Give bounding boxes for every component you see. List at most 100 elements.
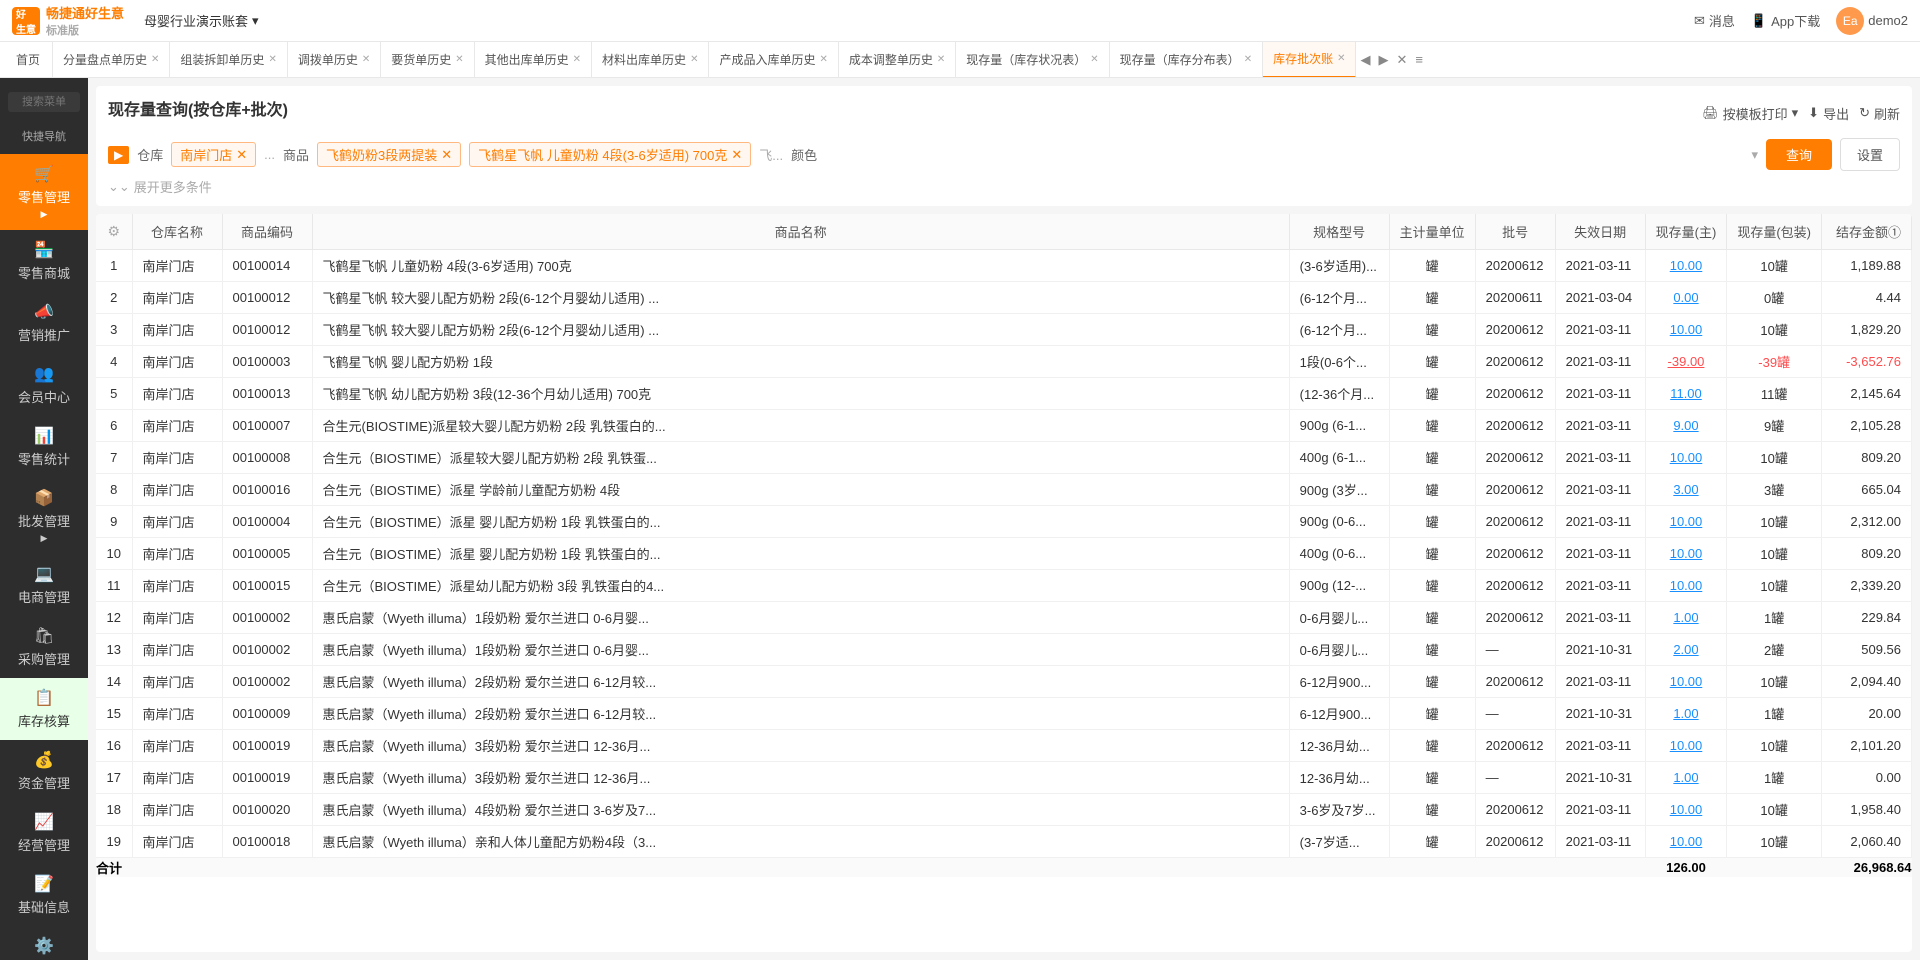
cell-expire: 2021-03-11 [1555, 314, 1645, 346]
expand-toggle[interactable]: ▶ [108, 146, 129, 164]
sidebar-item-wholesale[interactable]: 📦 批发管理 ▶ [0, 478, 88, 554]
tab-transfer[interactable]: 调拨单历史 ✕ [288, 42, 381, 78]
search-input[interactable] [8, 92, 80, 112]
close-icon[interactable]: ✕ [1090, 54, 1098, 65]
remove-tag-icon[interactable]: ✕ [441, 147, 452, 163]
org-selector[interactable]: 母婴行业演示账套 ▾ [144, 11, 259, 30]
tab-cost-adjust[interactable]: 成本调整单历史 ✕ [839, 42, 956, 78]
close-icon[interactable]: ✕ [362, 54, 370, 65]
cell-stock1[interactable]: 10.00 [1645, 442, 1727, 474]
tab-next-btn[interactable]: ▶ [1374, 52, 1392, 68]
query-button[interactable]: 查询 [1766, 139, 1832, 170]
remove-tag-icon[interactable]: ✕ [731, 147, 742, 163]
close-icon[interactable]: ✕ [819, 54, 827, 65]
cell-stock1[interactable]: 3.00 [1645, 474, 1727, 506]
cell-stock1[interactable]: 11.00 [1645, 378, 1727, 410]
cell-batch: 20200612 [1475, 410, 1555, 442]
close-icon[interactable]: ✕ [1337, 53, 1345, 64]
cell-stock1[interactable]: 10.00 [1645, 730, 1727, 762]
cell-expire: 2021-03-11 [1555, 442, 1645, 474]
cell-stock1[interactable]: 10.00 [1645, 506, 1727, 538]
cell-name: 合生元（BIOSTIME）派星较大婴儿配方奶粉 2段 乳铁蛋... [312, 442, 1289, 474]
cell-stock1[interactable]: -39.00 [1645, 346, 1727, 378]
user-avatar[interactable]: Ea demo2 [1836, 7, 1908, 35]
tab-split[interactable]: 分量盘点单历史 ✕ [53, 42, 170, 78]
close-icon[interactable]: ✕ [573, 54, 581, 65]
tab-prev-btn[interactable]: ◀ [1356, 52, 1374, 68]
cell-stock1[interactable]: 1.00 [1645, 762, 1727, 794]
cell-stock1[interactable]: 0.00 [1645, 282, 1727, 314]
remove-tag-icon[interactable]: ✕ [236, 147, 247, 163]
data-table: ⚙ 仓库名称 商品编码 商品名称 规格型号 主计量单位 批号 失效日期 现存量(… [96, 214, 1912, 877]
sidebar-item-shop[interactable]: 🏪 零售商城 [0, 230, 88, 292]
cell-stock1[interactable]: 10.00 [1645, 538, 1727, 570]
color-dropdown-icon[interactable]: ▾ [1751, 147, 1758, 163]
sidebar-item-retail[interactable]: 🛒 零售管理 ▶ [0, 154, 88, 230]
cell-stock1[interactable]: 1.00 [1645, 602, 1727, 634]
cell-expire: 2021-03-11 [1555, 538, 1645, 570]
sidebar-item-basic[interactable]: 📝 基础信息 [0, 864, 88, 926]
sidebar-item-marketing[interactable]: 📣 营销推广 [0, 292, 88, 354]
th-batch: 批号 [1475, 214, 1555, 250]
tab-requisition[interactable]: 要货单历史 ✕ [381, 42, 474, 78]
tab-home[interactable]: 首页 [4, 42, 53, 78]
tab-stock-dist[interactable]: 现存量（库存分布表）✕ [1110, 42, 1263, 78]
cell-stock1[interactable]: 10.00 [1645, 314, 1727, 346]
cell-stock1[interactable]: 1.00 [1645, 698, 1727, 730]
setting-button[interactable]: 设置 [1840, 138, 1900, 171]
table-body: 1 南岸门店 00100014 飞鹤星飞帆 儿童奶粉 4段(3-6岁适用) 70… [96, 250, 1912, 858]
warehouse-tag[interactable]: 南岸门店 ✕ [171, 142, 256, 167]
export-btn[interactable]: ⬇ 导出 [1808, 104, 1849, 123]
table-row: 2 南岸门店 00100012 飞鹤星飞帆 较大婴儿配方奶粉 2段(6-12个月… [96, 282, 1912, 314]
product-tag-1[interactable]: 飞鹤奶粉3段两提装 ✕ [317, 142, 461, 167]
product-tag-2[interactable]: 飞鹤星飞帆 儿童奶粉 4段(3-6岁适用) 700克 ✕ [469, 142, 751, 167]
tab-menu-btn[interactable]: ≡ [1411, 52, 1427, 67]
th-code: 商品编码 [222, 214, 312, 250]
tab-disassemble[interactable]: 组装拆卸单历史 ✕ [170, 42, 287, 78]
sidebar-item-inventory[interactable]: 📋 库存核算 [0, 678, 88, 740]
sidebar-item-ecommerce[interactable]: 💻 电商管理 [0, 554, 88, 616]
message-btn[interactable]: ✉ 消息 [1694, 11, 1735, 30]
cell-spec: 900g (6-1... [1289, 410, 1389, 442]
sidebar-item-business[interactable]: 📈 经营管理 [0, 802, 88, 864]
sidebar-item-stats[interactable]: 📊 零售统计 [0, 416, 88, 478]
cell-batch: 20200612 [1475, 442, 1555, 474]
sidebar-item-member[interactable]: 👥 会员中心 [0, 354, 88, 416]
close-icon[interactable]: ✕ [151, 54, 159, 65]
cell-stock1[interactable]: 10.00 [1645, 250, 1727, 282]
cell-stock1[interactable]: 10.00 [1645, 570, 1727, 602]
tab-close-all-btn[interactable]: ✕ [1392, 52, 1411, 68]
sidebar-item-finance[interactable]: 💰 资金管理 [0, 740, 88, 802]
print-btn[interactable]: 🖨 按模板打印 ▾ [1702, 104, 1798, 123]
cell-stock1[interactable]: 2.00 [1645, 634, 1727, 666]
cell-stock1[interactable]: 10.00 [1645, 794, 1727, 826]
close-icon[interactable]: ✕ [937, 54, 945, 65]
cell-expire: 2021-03-11 [1555, 570, 1645, 602]
table-row: 6 南岸门店 00100007 合生元(BIOSTIME)派星较大婴儿配方奶粉 … [96, 410, 1912, 442]
cell-stock1[interactable]: 10.00 [1645, 826, 1727, 858]
cell-idx: 2 [96, 282, 132, 314]
tab-stock-status[interactable]: 现存量（库存状况表）✕ [956, 42, 1109, 78]
cell-name: 合生元（BIOSTIME）派星 婴儿配方奶粉 1段 乳铁蛋白的... [312, 538, 1289, 570]
cell-unit: 罐 [1389, 666, 1475, 698]
tab-material-out[interactable]: 材料出库单历史 ✕ [592, 42, 709, 78]
cell-batch: 20200612 [1475, 570, 1555, 602]
cell-stock1[interactable]: 9.00 [1645, 410, 1727, 442]
cell-expire: 2021-03-11 [1555, 474, 1645, 506]
refresh-btn[interactable]: ↻ 刷新 [1859, 104, 1900, 123]
tab-batch-ledger[interactable]: 库存批次账 ✕ [1263, 42, 1356, 78]
close-icon[interactable]: ✕ [455, 54, 463, 65]
app-download-btn[interactable]: 📱 App下载 [1751, 11, 1820, 30]
tab-other-out[interactable]: 其他出库单历史 ✕ [475, 42, 592, 78]
expand-conditions-btn[interactable]: ⌄⌄ 展开更多条件 [108, 177, 1900, 196]
close-icon[interactable]: ✕ [1244, 54, 1252, 65]
sidebar-item-system[interactable]: ⚙️ 系统管理 [0, 926, 88, 960]
marketing-icon: 📣 [34, 302, 54, 322]
close-icon[interactable]: ✕ [268, 54, 276, 65]
expand-icon[interactable]: ▶ [108, 146, 129, 164]
close-icon[interactable]: ✕ [690, 54, 698, 65]
cell-stock1[interactable]: 10.00 [1645, 666, 1727, 698]
tab-product-in[interactable]: 产成品入库单历史 ✕ [709, 42, 838, 78]
gear-icon[interactable]: ⚙ [107, 223, 120, 239]
sidebar-item-purchase[interactable]: 🛍 采购管理 [0, 616, 88, 678]
